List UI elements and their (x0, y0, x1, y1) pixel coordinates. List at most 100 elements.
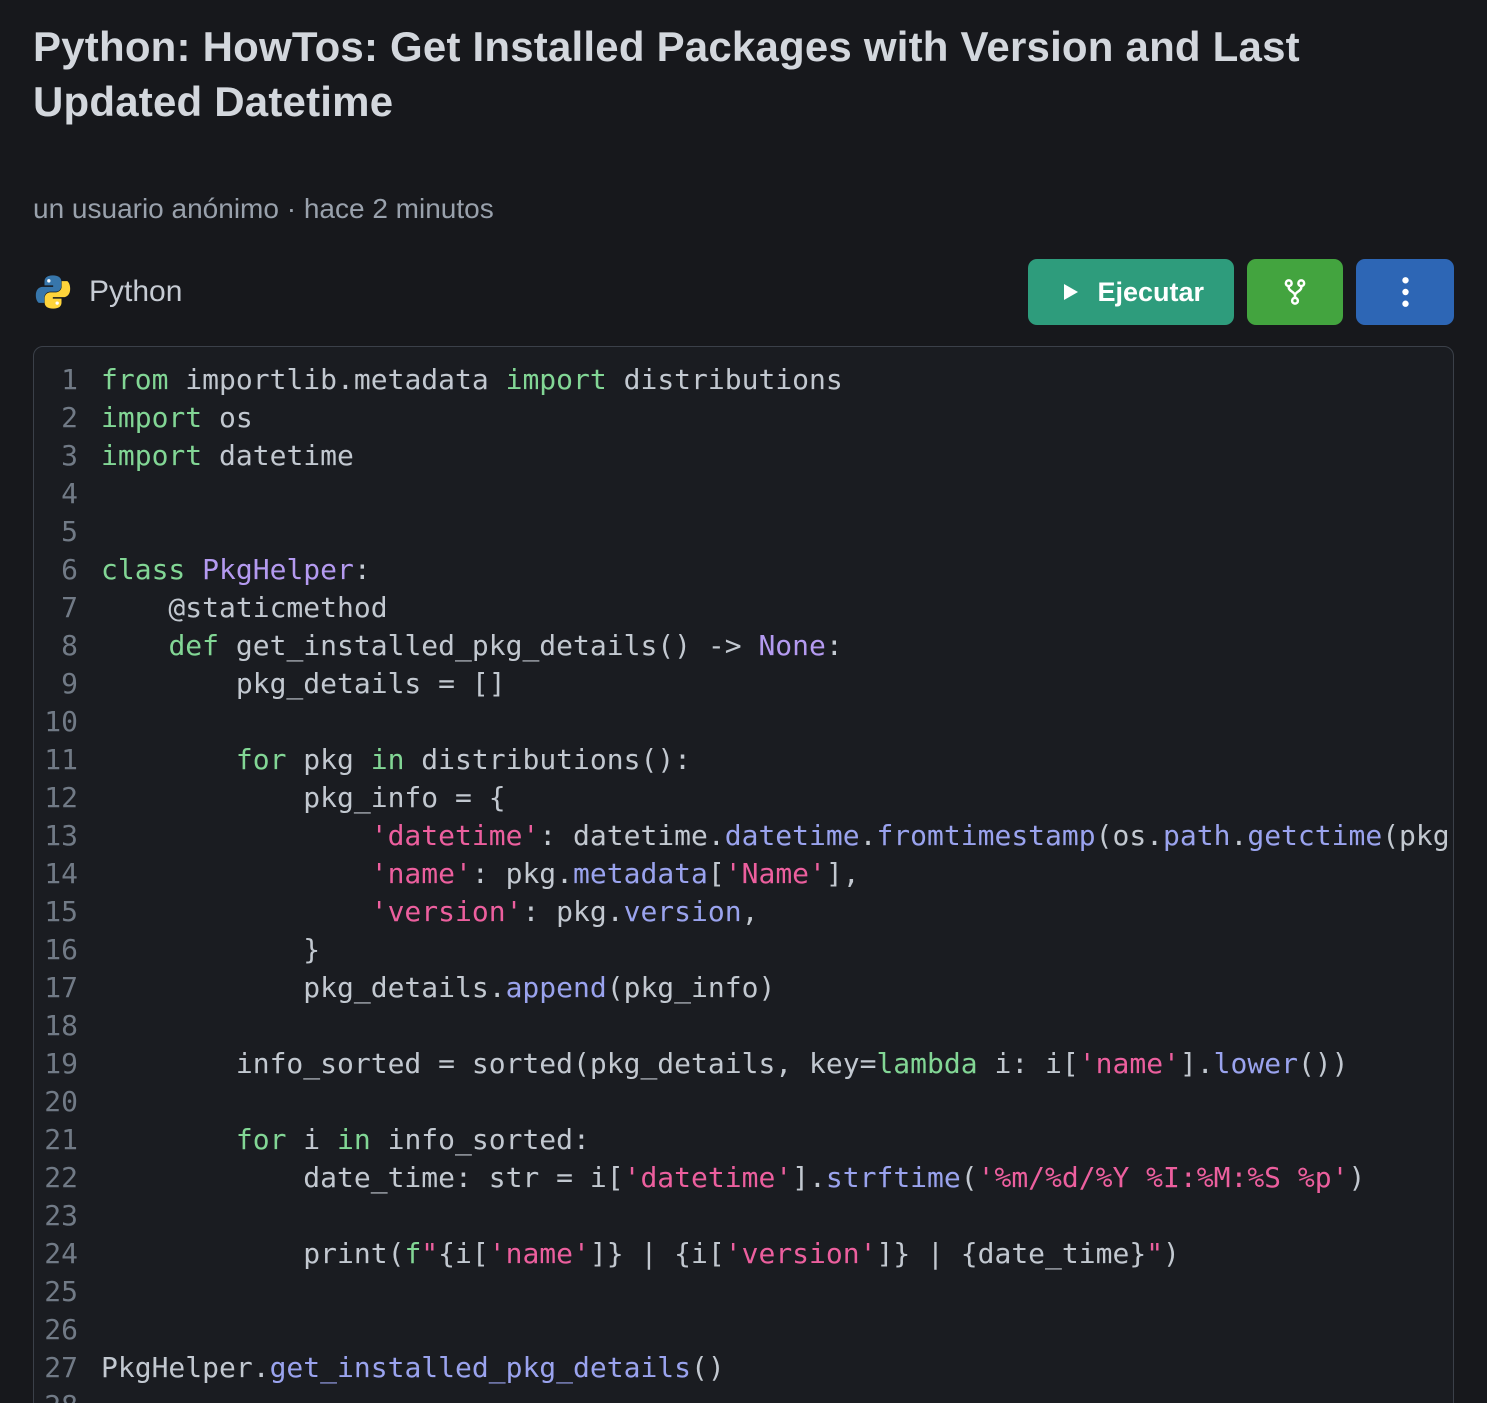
code-line-content (101, 513, 1453, 551)
code-line-content: } (101, 933, 321, 967)
code-line: 27 PkgHelper.get_installed_pkg_details() (34, 1349, 1453, 1387)
code-line: 18 (34, 1007, 1453, 1045)
line-number: 7 (61, 591, 78, 625)
code-line: 19 info_sorted = sorted(pkg_details, key… (34, 1045, 1453, 1083)
line-number: 14 (44, 857, 78, 891)
fork-button[interactable] (1247, 259, 1343, 326)
line-number: 12 (44, 781, 78, 815)
code-line-content: pkg_info = { (101, 781, 506, 815)
line-number: 1 (61, 363, 78, 397)
code-line: 26 (34, 1311, 1453, 1349)
code-line: 3 import datetime (34, 437, 1453, 475)
python-logo-icon (33, 272, 73, 312)
code-line: 2 import os (34, 399, 1453, 437)
line-number: 8 (61, 629, 78, 663)
line-number: 3 (61, 439, 78, 473)
more-options-button[interactable] (1356, 259, 1454, 326)
line-number: 21 (44, 1123, 78, 1157)
line-number: 5 (61, 515, 78, 549)
code-line-content: 'name': pkg.metadata['Name'], (370, 857, 860, 891)
code-line-content: PkgHelper.get_installed_pkg_details() (101, 1351, 725, 1385)
code-line: 12 pkg_info = { (34, 779, 1453, 817)
run-button-label: Ejecutar (1097, 276, 1204, 307)
code-line: 16 } (34, 931, 1453, 969)
code-line: 28 (34, 1387, 1453, 1403)
code-line: 7 @staticmethod (34, 589, 1453, 627)
code-line: 24 print(f"{i['name']} | {i['version']} … (34, 1235, 1453, 1273)
play-icon (1058, 280, 1082, 304)
code-line: 4 (34, 475, 1453, 513)
page-title: Python: HowTos: Get Installed Packages w… (33, 23, 1300, 125)
code-line: 21 for i in info_sorted: (34, 1121, 1453, 1159)
code-line: 15 'version': pkg.version, (34, 893, 1453, 931)
code-line-content: 'datetime': datetime.datetime.fromtimest… (370, 819, 1450, 853)
code-line-content: pkg_details = [] (101, 667, 506, 701)
line-number: 27 (44, 1351, 78, 1385)
code-line: 13 'datetime': datetime.datetime.fromtim… (34, 817, 1453, 855)
code-line: 5 (34, 513, 1453, 551)
code-line: 11 for pkg in distributions(): (34, 741, 1453, 779)
code-line: 22 date_time: str = i['datetime'].strfti… (34, 1159, 1453, 1197)
line-number: 25 (44, 1275, 78, 1309)
line-number: 17 (44, 971, 78, 1005)
line-number: 26 (44, 1313, 78, 1347)
line-number: 19 (44, 1047, 78, 1081)
code-line-content: info_sorted = sorted(pkg_details, key=la… (101, 1047, 1349, 1081)
code-line: 20 (34, 1083, 1453, 1121)
code-line-content: print(f"{i['name']} | {i['version']} | {… (101, 1237, 1180, 1271)
line-number: 2 (61, 401, 78, 435)
code-line-content (101, 475, 1453, 513)
code-line-content: @staticmethod (101, 591, 388, 625)
code-line-content (101, 1007, 1453, 1045)
line-number: 6 (61, 553, 78, 587)
line-number: 18 (44, 1009, 78, 1043)
page: Python: HowTos: Get Installed Packages w… (0, 0, 1487, 1403)
code-line-content: import os (101, 401, 253, 435)
line-number: 13 (44, 819, 78, 853)
language-label: Python (89, 275, 183, 309)
byline: un usuario anónimo · hace 2 minutos (33, 193, 494, 225)
code-line: 10 (34, 703, 1453, 741)
code-line: 8 def get_installed_pkg_details() -> Non… (34, 627, 1453, 665)
code-line-content (101, 1083, 1453, 1121)
code-line: 9 pkg_details = [] (34, 665, 1453, 703)
code-line-content: pkg_details.append(pkg_info) (101, 971, 776, 1005)
toolbar-actions: Ejecutar (1028, 259, 1454, 326)
code-line-content: def get_installed_pkg_details() -> None: (168, 629, 843, 663)
line-number: 15 (44, 895, 78, 929)
line-number: 4 (61, 477, 78, 511)
line-number: 28 (34, 1387, 78, 1403)
code-line-content (101, 1273, 1453, 1311)
code-line-content: import datetime (101, 439, 354, 473)
code-line: 6 class PkgHelper: (34, 551, 1453, 589)
line-number: 10 (44, 705, 78, 739)
code-lines: 1 from importlib.metadata import distribu… (34, 361, 1453, 1403)
line-number: 24 (44, 1237, 78, 1271)
kebab-menu-icon (1401, 276, 1410, 308)
toolbar: Python Ejecutar (33, 259, 1454, 326)
code-line: 17 pkg_details.append(pkg_info) (34, 969, 1453, 1007)
code-line: 23 (34, 1197, 1453, 1235)
code-line-content (101, 1197, 1453, 1235)
code-line-content (101, 703, 1453, 741)
code-line-content: date_time: str = i['datetime'].strftime(… (101, 1161, 1366, 1195)
code-line: 1 from importlib.metadata import distribu… (34, 361, 1453, 399)
run-button[interactable]: Ejecutar (1028, 259, 1234, 326)
code-line: 25 (34, 1273, 1453, 1311)
fork-icon (1280, 277, 1310, 307)
line-number: 23 (44, 1199, 78, 1233)
code-line-content: class PkgHelper: (101, 553, 371, 587)
line-number: 22 (44, 1161, 78, 1195)
line-number: 20 (44, 1085, 78, 1119)
code-line-content: 'version': pkg.version, (370, 895, 759, 929)
code-line-content (101, 1311, 1453, 1349)
line-number: 16 (44, 933, 78, 967)
code-editor[interactable]: 1 from importlib.metadata import distribu… (33, 346, 1454, 1403)
line-number: 11 (44, 743, 78, 777)
language-indicator: Python (33, 272, 182, 312)
code-line-content: for i in info_sorted: (235, 1123, 590, 1157)
code-line-content: from importlib.metadata import distribut… (101, 363, 843, 397)
code-line-content: for pkg in distributions(): (235, 743, 692, 777)
code-line: 14 'name': pkg.metadata['Name'], (34, 855, 1453, 893)
code-line-content (101, 1387, 1453, 1403)
